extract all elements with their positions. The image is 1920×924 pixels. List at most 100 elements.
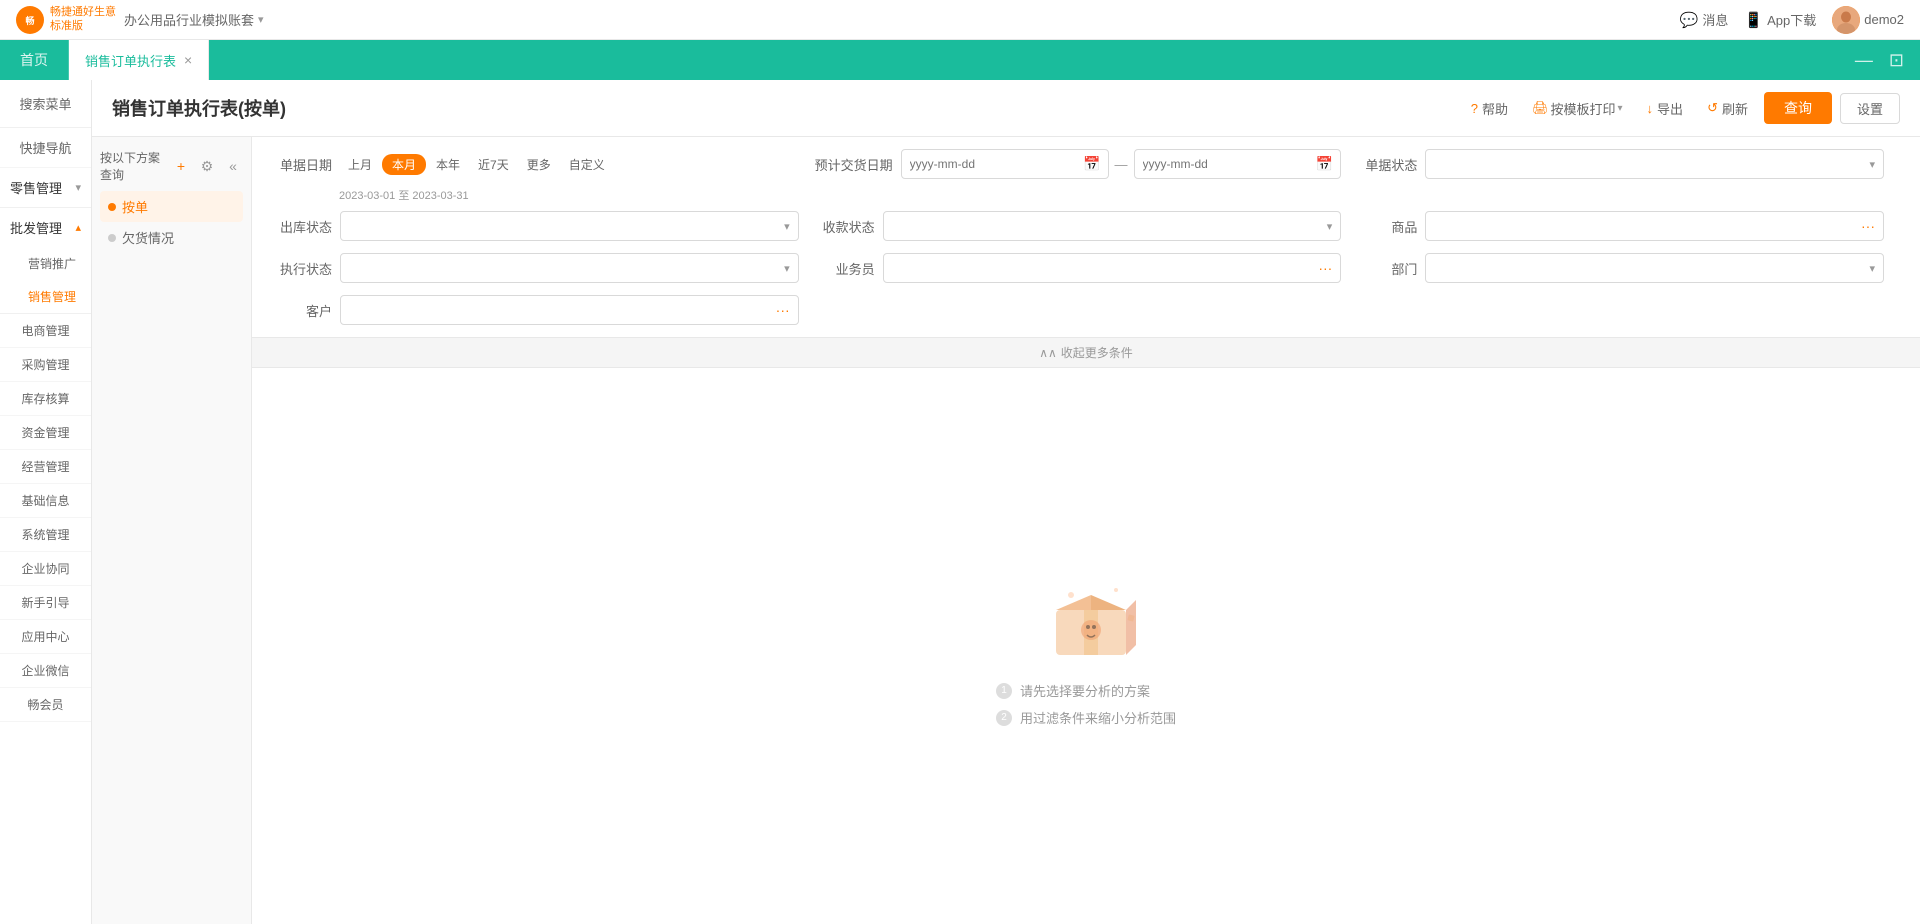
left-filter-panel: 按以下方案查询 + ⚙ « 按单 欠货情况 <box>92 137 252 924</box>
salesperson-dots-icon[interactable]: ··· <box>1318 260 1332 276</box>
filter-spacer-1 <box>815 295 1358 325</box>
inactive-dot-icon <box>108 234 116 242</box>
salesperson-field[interactable]: ··· <box>883 253 1342 283</box>
customer-field[interactable]: ··· <box>340 295 799 325</box>
sidebar-retail-header[interactable]: 零售管理 ▾ <box>0 168 91 207</box>
goods-dots-icon[interactable]: ··· <box>1861 218 1875 234</box>
date-tab-7days[interactable]: 近7天 <box>470 154 517 175</box>
app-title: 办公用品行业模拟账套 <box>124 10 254 29</box>
sidebar-item-newuser[interactable]: 新手引导 <box>0 586 91 620</box>
calendar-end-icon: 📅 <box>1316 156 1333 173</box>
settings-scheme-btn[interactable]: ⚙ <box>197 156 217 176</box>
filter-col-warehouse: 出库状态 ▾ <box>272 211 815 241</box>
active-dot-icon <box>108 203 116 211</box>
filter-row-2: 出库状态 ▾ 收款状态 ▾ <box>272 211 1900 253</box>
refresh-icon: ↺ <box>1707 100 1718 116</box>
avatar <box>1832 6 1860 34</box>
payment-select[interactable]: ▾ <box>883 211 1342 241</box>
sidebar-item-basics[interactable]: 基础信息 <box>0 484 91 518</box>
help-btn[interactable]: ? 帮助 <box>1463 95 1516 122</box>
filter-col-date: 单据日期 上月 本月 本年 近7天 更多 自定义 <box>272 149 815 179</box>
download-icon: 📱 <box>1744 11 1763 29</box>
user-profile[interactable]: demo2 <box>1832 6 1904 34</box>
sidebar-item-quick-nav[interactable]: 快捷导航 <box>0 128 91 168</box>
collapse-bar[interactable]: ∧∧ 收起更多条件 <box>252 338 1920 368</box>
query-button[interactable]: 查询 <box>1764 92 1832 124</box>
date-tab-more[interactable]: 更多 <box>519 154 559 175</box>
date-end-wrapper: 📅 <box>1134 149 1342 179</box>
header-right: 💬 消息 📱 App下载 demo2 <box>1680 6 1904 34</box>
sidebar-item-inventory[interactable]: 库存核算 <box>0 382 91 416</box>
help-icon: ? <box>1471 101 1478 116</box>
exec-arrow-icon: ▾ <box>784 262 790 275</box>
export-btn[interactable]: ↓ 导出 <box>1639 95 1692 122</box>
scheme-item-欠货情况[interactable]: 欠货情况 <box>100 222 243 253</box>
content-main: 单据日期 上月 本月 本年 近7天 更多 自定义 <box>252 137 1920 924</box>
warehouse-arrow-icon: ▾ <box>784 220 790 233</box>
filter-row-1: 单据日期 上月 本月 本年 近7天 更多 自定义 <box>272 149 1900 187</box>
app-title-arrow: ▾ <box>258 13 264 26</box>
logo-icon: 畅 <box>16 6 44 34</box>
scheme-item-按单[interactable]: 按单 <box>100 191 243 222</box>
sidebar-sub-sales[interactable]: 销售管理 <box>0 280 91 313</box>
tab-minimize-btn[interactable]: — <box>1851 46 1877 75</box>
filter-area: 单据日期 上月 本月 本年 近7天 更多 自定义 <box>252 137 1920 338</box>
date-tabs: 上月 本月 本年 近7天 更多 自定义 <box>340 154 613 175</box>
message-btn[interactable]: 💬 消息 <box>1680 10 1729 29</box>
logo-area[interactable]: 畅 畅捷通好生意 标准版 <box>16 6 116 34</box>
date-tab-custom[interactable]: 自定义 <box>561 154 613 175</box>
filter-spacer-2 <box>1357 295 1900 325</box>
sidebar: 搜索菜单 快捷导航 零售管理 ▾ 批发管理 ▴ 营销推广 销售管理 电商管理 采… <box>0 80 92 924</box>
goods-field[interactable]: ··· <box>1425 211 1884 241</box>
sidebar-item-finance[interactable]: 资金管理 <box>0 416 91 450</box>
export-icon: ↓ <box>1647 101 1654 116</box>
sidebar-sub-marketing[interactable]: 营销推广 <box>0 247 91 280</box>
sidebar-item-wechat[interactable]: 企业微信 <box>0 654 91 688</box>
sidebar-item-appcenter[interactable]: 应用中心 <box>0 620 91 654</box>
warehouse-select[interactable]: ▾ <box>340 211 799 241</box>
add-scheme-btn[interactable]: + <box>171 156 191 176</box>
sidebar-wholesale-header[interactable]: 批发管理 ▴ <box>0 208 91 247</box>
left-filter-header: 按以下方案查询 + ⚙ « <box>100 149 243 183</box>
wholesale-expand-icon: ▴ <box>75 221 81 234</box>
tab-close-icon[interactable]: × <box>184 52 192 68</box>
sidebar-item-operations[interactable]: 经营管理 <box>0 450 91 484</box>
refresh-btn[interactable]: ↺ 刷新 <box>1699 95 1756 122</box>
search-menu-btn[interactable]: 搜索菜单 <box>8 88 83 119</box>
app-title-area[interactable]: 办公用品行业模拟账套 ▾ <box>124 10 264 29</box>
collapse-panel-btn[interactable]: « <box>223 156 243 176</box>
app-download-btn[interactable]: 📱 App下载 <box>1744 10 1816 29</box>
status-label: 单据状态 <box>1357 155 1417 174</box>
date-tab-thisyear[interactable]: 本年 <box>428 154 468 175</box>
sidebar-item-member[interactable]: 畅会员 <box>0 688 91 722</box>
date-tab-thismonth[interactable]: 本月 <box>382 154 426 175</box>
dept-label: 部门 <box>1357 259 1417 278</box>
tab-sales-order[interactable]: 销售订单执行表 × <box>69 40 209 80</box>
exec-label: 执行状态 <box>272 259 332 278</box>
date-end-input[interactable] <box>1134 149 1342 179</box>
status-select[interactable]: ▾ <box>1425 149 1884 179</box>
filter-col-status: 单据状态 ▾ <box>1357 149 1900 179</box>
status-arrow-icon: ▾ <box>1869 158 1875 171</box>
sidebar-item-system[interactable]: 系统管理 <box>0 518 91 552</box>
step-1-num: 1 <box>996 683 1012 699</box>
content-body: 按以下方案查询 + ⚙ « 按单 欠货情况 <box>92 137 1920 924</box>
sidebar-item-ecommerce[interactable]: 电商管理 <box>0 314 91 348</box>
sidebar-item-enterprise[interactable]: 企业协同 <box>0 552 91 586</box>
sidebar-section-retail: 零售管理 ▾ <box>0 168 91 208</box>
date-start-input[interactable] <box>901 149 1109 179</box>
date-tab-lastmonth[interactable]: 上月 <box>340 154 380 175</box>
customer-dots-icon[interactable]: ··· <box>776 302 790 318</box>
settings-button[interactable]: 设置 <box>1840 93 1900 124</box>
retail-expand-icon: ▾ <box>75 181 81 194</box>
tab-maximize-btn[interactable]: ⊡ <box>1885 46 1908 75</box>
calendar-start-icon: 📅 <box>1083 156 1100 173</box>
sidebar-item-purchase[interactable]: 采购管理 <box>0 348 91 382</box>
print-btn[interactable]: 🖨 按模板打印 ▾ <box>1524 95 1631 122</box>
tab-home[interactable]: 首页 <box>0 40 69 80</box>
left-filter-actions: + ⚙ « <box>171 156 243 176</box>
exec-select[interactable]: ▾ <box>340 253 799 283</box>
date-range-display: 2023-03-01 至 2023-03-31 <box>272 187 1900 211</box>
dept-select[interactable]: ▾ <box>1425 253 1884 283</box>
filter-col-exec: 执行状态 ▾ <box>272 253 815 283</box>
